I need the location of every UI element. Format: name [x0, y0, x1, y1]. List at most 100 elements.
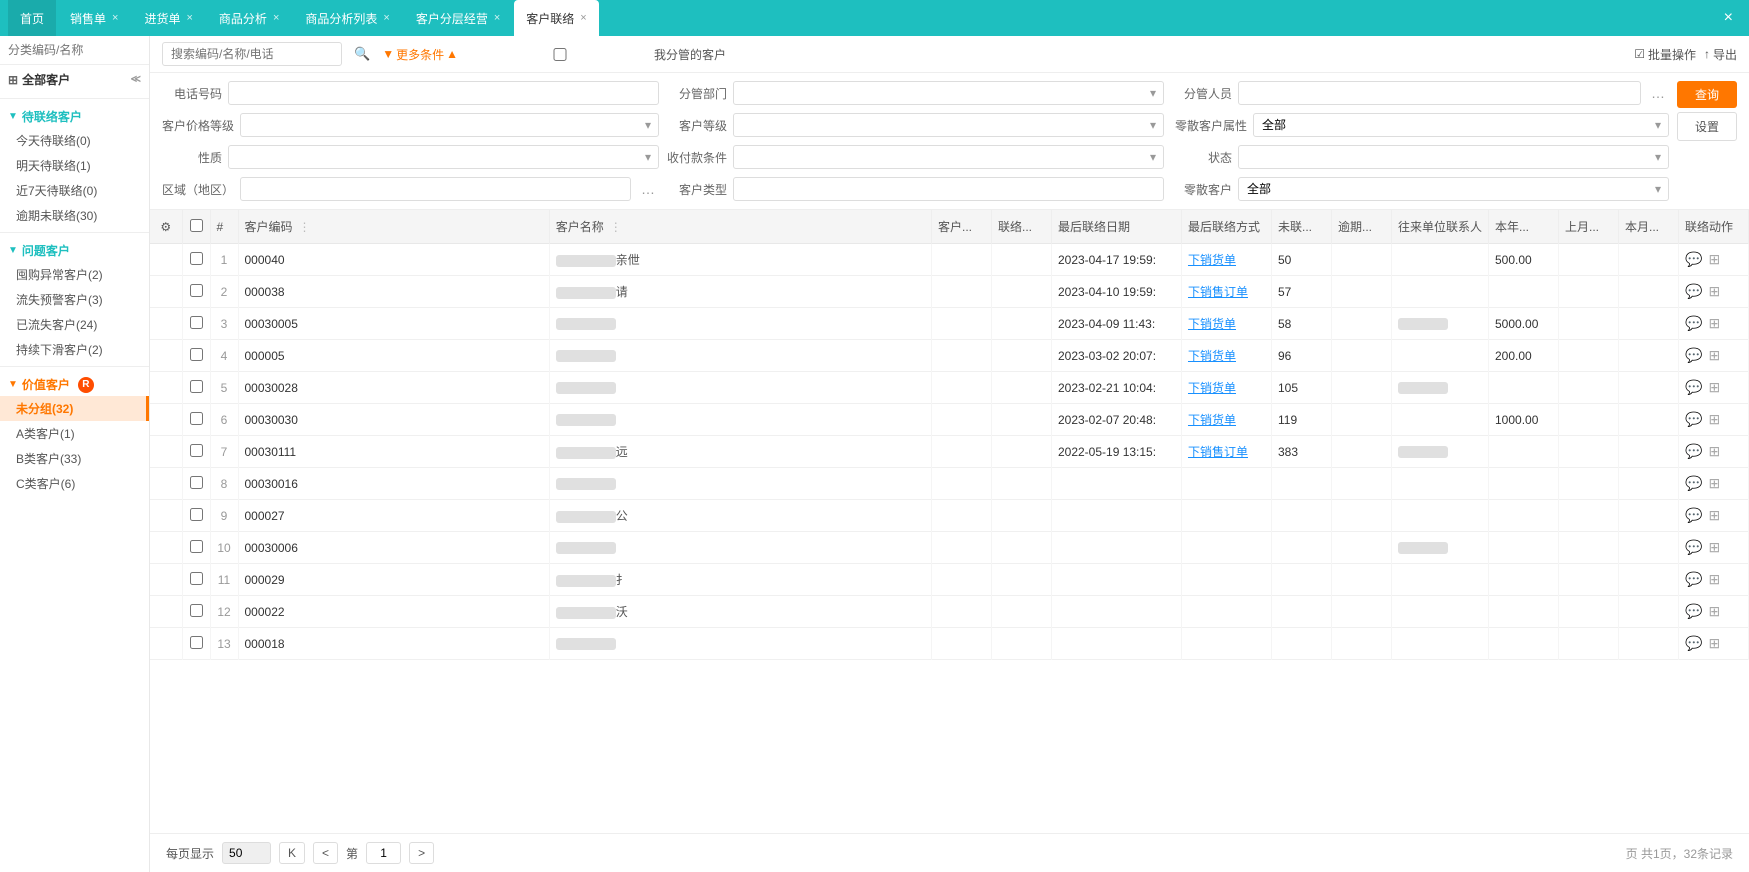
sidebar-group-pending[interactable]: ▼ 待联络客户 — [0, 103, 149, 128]
search-button[interactable]: 查询 — [1677, 81, 1737, 108]
message-icon[interactable]: 💬 — [1685, 603, 1702, 620]
all-customers-header[interactable]: ⊞ 全部客户 ≪ — [0, 65, 149, 94]
last-way-link[interactable]: 下销货单 — [1188, 253, 1236, 267]
close-customer-seg-icon[interactable]: × — [494, 12, 500, 24]
close-sales-icon[interactable]: × — [112, 12, 118, 24]
td-checkbox[interactable] — [182, 372, 210, 404]
filter-person-input[interactable] — [1238, 81, 1641, 105]
filter-region-ellipsis[interactable]: … — [637, 181, 659, 197]
grid-action-icon[interactable]: ⊞ — [1708, 443, 1720, 460]
th-code[interactable]: 客户编码⋮ — [238, 210, 549, 244]
th-name[interactable]: 客户名称⋮ — [549, 210, 931, 244]
message-icon[interactable]: 💬 — [1685, 411, 1702, 428]
last-way-link[interactable]: 下销货单 — [1188, 317, 1236, 331]
tab-sales[interactable]: 销售单 × — [58, 0, 130, 36]
filter-customer-level-select[interactable] — [733, 113, 1164, 137]
sidebar-item-churn-warning[interactable]: 流失预警客户(3) — [0, 287, 149, 312]
message-icon[interactable]: 💬 — [1685, 315, 1702, 332]
row-checkbox[interactable] — [190, 636, 203, 649]
close-product-list-icon[interactable]: × — [383, 12, 389, 24]
th-unit-contact[interactable]: 往来单位联系人 — [1391, 210, 1488, 244]
th-last-month[interactable]: 上月... — [1559, 210, 1619, 244]
td-checkbox[interactable] — [182, 628, 210, 660]
settings-icon[interactable]: ⚙ — [160, 220, 171, 234]
td-checkbox[interactable] — [182, 404, 210, 436]
row-checkbox[interactable] — [190, 412, 203, 425]
sidebar-item-tomorrow-pending[interactable]: 明天待联络(1) — [0, 153, 149, 178]
close-product-analysis-icon[interactable]: × — [273, 12, 279, 24]
main-search-input[interactable] — [162, 42, 342, 66]
grid-action-icon[interactable]: ⊞ — [1708, 603, 1720, 620]
sidebar-item-overdue[interactable]: 逾期未联络(30) — [0, 203, 149, 228]
page-size-select[interactable]: 50 20 100 — [222, 842, 271, 864]
prev-page-button[interactable]: < — [313, 842, 338, 864]
tab-home[interactable]: 首页 — [8, 0, 56, 36]
last-way-link[interactable]: 下销货单 — [1188, 349, 1236, 363]
th-type[interactable]: 客户... — [931, 210, 991, 244]
sidebar-item-class-a[interactable]: A类客户(1) — [0, 421, 149, 446]
row-checkbox[interactable] — [190, 572, 203, 585]
td-checkbox[interactable] — [182, 436, 210, 468]
row-checkbox[interactable] — [190, 252, 203, 265]
first-page-button[interactable]: K — [279, 842, 305, 864]
export-button[interactable]: ↑ 导出 — [1704, 46, 1737, 63]
filter-region-input[interactable] — [240, 177, 631, 201]
select-all-checkbox[interactable] — [190, 219, 203, 232]
td-checkbox[interactable] — [182, 340, 210, 372]
message-icon[interactable]: 💬 — [1685, 635, 1702, 652]
row-checkbox[interactable] — [190, 476, 203, 489]
sidebar-group-value[interactable]: ▼ 价值客户 R — [0, 371, 149, 396]
next-page-button[interactable]: > — [409, 842, 434, 864]
grid-action-icon[interactable]: ⊞ — [1708, 539, 1720, 556]
message-icon[interactable]: 💬 — [1685, 251, 1702, 268]
grid-action-icon[interactable]: ⊞ — [1708, 411, 1720, 428]
filter-person-ellipsis[interactable]: … — [1647, 85, 1669, 101]
row-checkbox[interactable] — [190, 508, 203, 521]
last-way-link[interactable]: 下销货单 — [1188, 413, 1236, 427]
close-purchase-icon[interactable]: × — [186, 12, 192, 24]
message-icon[interactable]: 💬 — [1685, 507, 1702, 524]
grid-action-icon[interactable]: ⊞ — [1708, 507, 1720, 524]
sidebar-search-input[interactable] — [8, 43, 150, 57]
grid-action-icon[interactable]: ⊞ — [1708, 571, 1720, 588]
collapse-icon[interactable]: ≪ — [131, 74, 141, 85]
row-checkbox[interactable] — [190, 444, 203, 457]
td-checkbox[interactable] — [182, 244, 210, 276]
sidebar-item-ungroup[interactable]: 未分组(32) — [0, 396, 149, 421]
sidebar-item-today-pending[interactable]: 今天待联络(0) — [0, 128, 149, 153]
last-way-link[interactable]: 下销货单 — [1188, 381, 1236, 395]
tab-product-list[interactable]: 商品分析列表 × — [293, 0, 401, 36]
row-checkbox[interactable] — [190, 316, 203, 329]
grid-action-icon[interactable]: ⊞ — [1708, 251, 1720, 268]
message-icon[interactable]: 💬 — [1685, 539, 1702, 556]
tab-purchase[interactable]: 进货单 × — [132, 0, 204, 36]
sidebar-item-class-c[interactable]: C类客户(6) — [0, 471, 149, 496]
row-checkbox[interactable] — [190, 284, 203, 297]
filter-payment-select[interactable] — [733, 145, 1164, 169]
message-icon[interactable]: 💬 — [1685, 283, 1702, 300]
filter-dept-select[interactable] — [733, 81, 1164, 105]
grid-action-icon[interactable]: ⊞ — [1708, 347, 1720, 364]
row-checkbox[interactable] — [190, 380, 203, 393]
message-icon[interactable]: 💬 — [1685, 571, 1702, 588]
grid-action-icon[interactable]: ⊞ — [1708, 315, 1720, 332]
tab-customer-segmentation[interactable]: 客户分层经营 × — [404, 0, 512, 36]
grid-action-icon[interactable]: ⊞ — [1708, 283, 1720, 300]
row-checkbox[interactable] — [190, 540, 203, 553]
filter-search-icon[interactable]: 🔍 — [354, 46, 370, 62]
message-icon[interactable]: 💬 — [1685, 475, 1702, 492]
th-last-date[interactable]: 最后联络日期 — [1051, 210, 1181, 244]
close-all-tabs-button[interactable]: × — [1716, 9, 1741, 27]
td-checkbox[interactable] — [182, 564, 210, 596]
filter-phone-input[interactable] — [228, 81, 659, 105]
filter-retail-attr-select[interactable]: 全部 — [1253, 113, 1669, 137]
th-this-month[interactable]: 本月... — [1619, 210, 1679, 244]
filter-nature-select[interactable] — [228, 145, 659, 169]
sidebar-item-abnormal[interactable]: 囤购异常客户(2) — [0, 262, 149, 287]
sidebar-item-class-b[interactable]: B类客户(33) — [0, 446, 149, 471]
th-contact[interactable]: 联络... — [991, 210, 1051, 244]
filter-cust-type-input[interactable] — [733, 177, 1164, 201]
sidebar-item-7day-pending[interactable]: 近7天待联络(0) — [0, 178, 149, 203]
grid-action-icon[interactable]: ⊞ — [1708, 379, 1720, 396]
sidebar-item-declining[interactable]: 持续下滑客户(2) — [0, 337, 149, 362]
